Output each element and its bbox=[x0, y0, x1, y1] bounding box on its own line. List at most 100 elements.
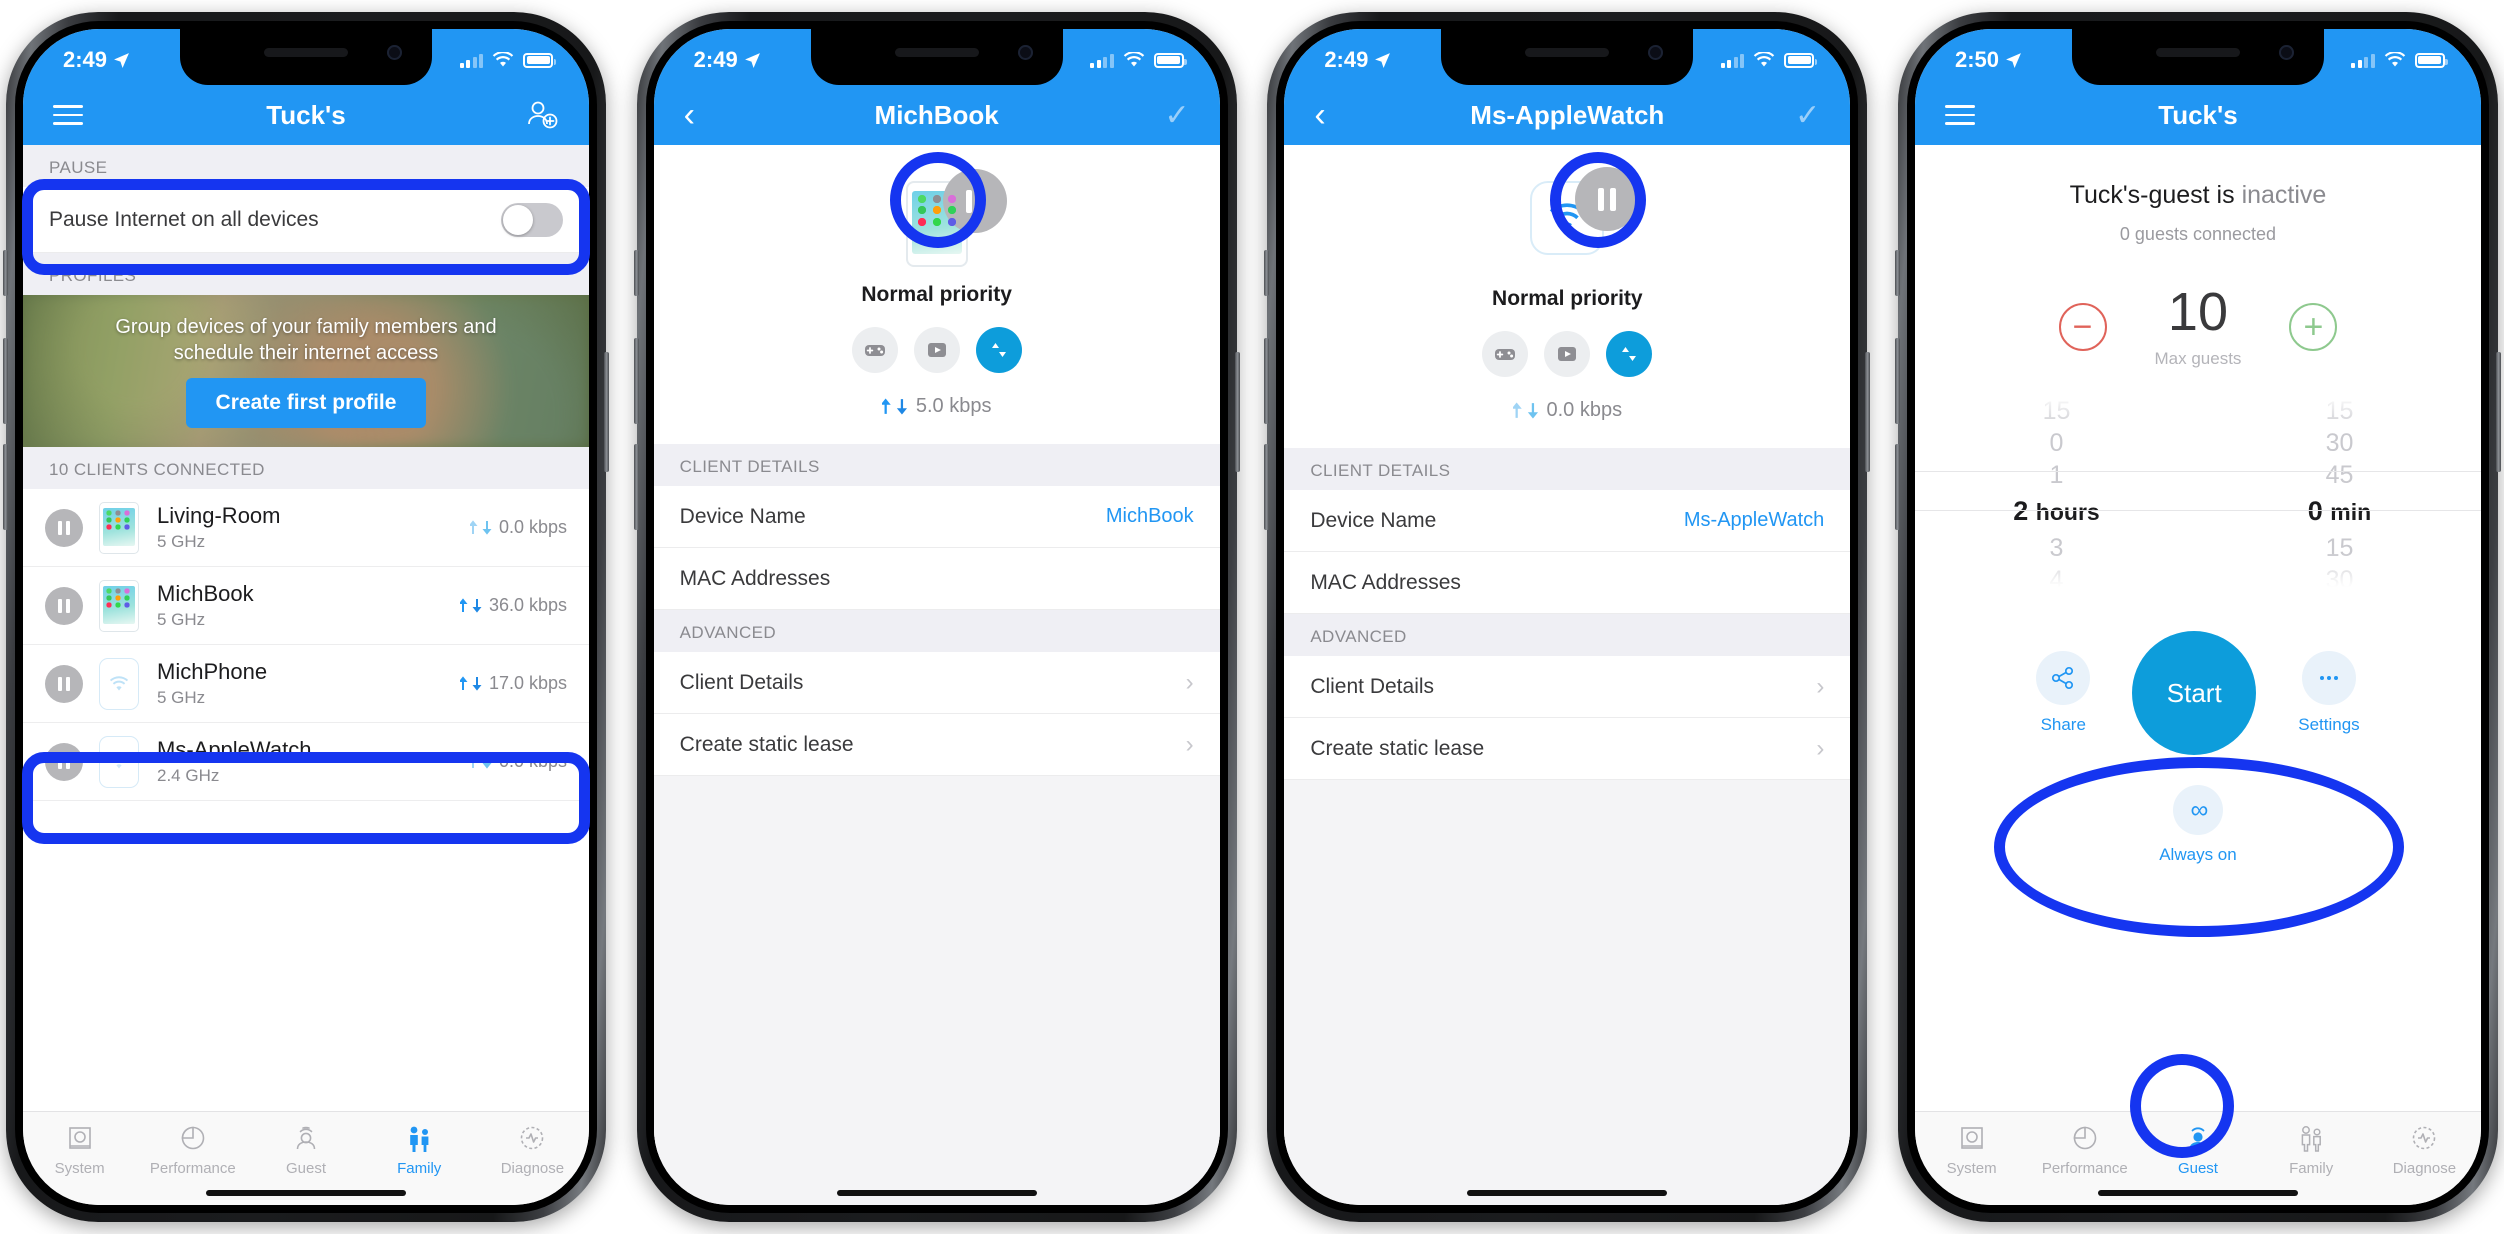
mute-switch[interactable] bbox=[1894, 250, 1900, 296]
always-on-action[interactable]: ∞ Always on bbox=[1915, 785, 2481, 865]
share-action[interactable]: Share bbox=[2036, 651, 2091, 735]
add-user-icon[interactable] bbox=[525, 100, 559, 130]
updown-arrows-icon[interactable] bbox=[1606, 331, 1653, 377]
advanced-header: ADVANCED bbox=[1284, 614, 1851, 656]
mute-switch[interactable] bbox=[1264, 250, 1270, 296]
power-button[interactable] bbox=[604, 352, 609, 472]
tab-diagnose[interactable]: Diagnose bbox=[2368, 1123, 2481, 1177]
client-name: Living-Room bbox=[157, 503, 281, 528]
volume-up-button[interactable] bbox=[633, 338, 639, 424]
device-name-row[interactable]: Device Name MichBook bbox=[653, 486, 1220, 548]
status-time: 2:49 bbox=[693, 47, 738, 72]
home-indicator[interactable] bbox=[1467, 1190, 1668, 1196]
mute-switch[interactable] bbox=[633, 250, 639, 296]
start-button[interactable]: Start bbox=[2132, 631, 2257, 755]
pause-icon[interactable] bbox=[1575, 167, 1640, 231]
picker-item: 30 bbox=[2325, 566, 2354, 587]
page-title: Tuck's bbox=[2158, 99, 2238, 130]
client-speed: 36.0 kbps bbox=[459, 595, 567, 616]
tab-guest[interactable]: Guest bbox=[249, 1123, 362, 1177]
power-button[interactable] bbox=[2495, 352, 2501, 472]
device-name-row[interactable]: Device Name Ms-AppleWatch bbox=[1284, 490, 1851, 552]
home-indicator[interactable] bbox=[2097, 1190, 2298, 1196]
updown-arrows-icon[interactable] bbox=[975, 327, 1022, 373]
tab-family[interactable]: Family bbox=[2255, 1123, 2368, 1177]
checkmark-icon[interactable]: ✓ bbox=[1165, 98, 1190, 133]
bottom-area bbox=[1284, 1157, 1851, 1205]
hamburger-menu-icon[interactable] bbox=[53, 105, 83, 125]
mac-addresses-row[interactable]: MAC Addresses bbox=[653, 548, 1220, 610]
play-video-icon[interactable] bbox=[913, 327, 960, 373]
duration-picker[interactable]: 15 0 1 2 hours 3 4 5 15 30 45 0 mi bbox=[1914, 395, 2481, 587]
location-arrow-icon bbox=[114, 52, 129, 68]
hours-column[interactable]: 15 0 1 2 hours 3 4 5 bbox=[1915, 395, 2198, 587]
picker-item: 45 bbox=[2325, 461, 2354, 489]
pause-icon[interactable] bbox=[45, 586, 83, 625]
gamepad-icon[interactable] bbox=[1482, 331, 1529, 377]
home-indicator[interactable] bbox=[206, 1190, 406, 1196]
volume-down-button[interactable] bbox=[3, 444, 8, 530]
table-row[interactable]: MichBook 5 GHz 36.0 kbps bbox=[23, 567, 589, 645]
front-camera bbox=[1648, 45, 1664, 60]
device-name-label: Device Name bbox=[679, 504, 806, 528]
volume-up-button[interactable] bbox=[1264, 338, 1270, 424]
tab-diagnose[interactable]: Diagnose bbox=[476, 1123, 589, 1177]
tab-performance[interactable]: Performance bbox=[136, 1123, 249, 1177]
settings-action[interactable]: Settings bbox=[2298, 651, 2360, 735]
create-first-profile-button[interactable]: Create first profile bbox=[185, 378, 427, 429]
home-indicator[interactable] bbox=[836, 1190, 1037, 1196]
volume-down-button[interactable] bbox=[1894, 444, 1900, 530]
pause-icon[interactable] bbox=[45, 742, 83, 781]
tab-system[interactable]: System bbox=[23, 1123, 136, 1177]
power-button[interactable] bbox=[1865, 352, 1871, 472]
pause-internet-toggle[interactable] bbox=[501, 202, 563, 237]
pause-icon[interactable] bbox=[45, 508, 83, 547]
mute-switch[interactable] bbox=[3, 250, 8, 296]
hamburger-menu-icon[interactable] bbox=[1944, 105, 1975, 125]
earpiece-speaker bbox=[1525, 48, 1610, 57]
plus-circle-icon[interactable]: + bbox=[2289, 303, 2338, 351]
tab-bar: System Performance Guest Family Diagnose bbox=[1914, 1111, 2481, 1205]
table-row[interactable]: Living-Room 5 GHz 0.0 kbps bbox=[23, 489, 589, 567]
guest-title-state: inactive bbox=[2241, 181, 2327, 209]
client-details-row[interactable]: Client Details › bbox=[653, 652, 1220, 714]
profiles-promo-banner: Group devices of your family members and… bbox=[23, 295, 589, 447]
pause-icon[interactable] bbox=[45, 664, 83, 703]
pause-internet-label: Pause Internet on all devices bbox=[49, 207, 319, 231]
volume-down-button[interactable] bbox=[633, 444, 639, 530]
client-details-label: Client Details bbox=[679, 670, 804, 694]
volume-down-button[interactable] bbox=[1264, 444, 1270, 530]
client-name: MichPhone bbox=[157, 659, 268, 684]
hours-unit: hours bbox=[2035, 499, 2100, 525]
tab-family[interactable]: Family bbox=[363, 1123, 476, 1177]
tab-label: Performance bbox=[2041, 1160, 2128, 1177]
mac-addresses-row[interactable]: MAC Addresses bbox=[1284, 552, 1851, 614]
volume-up-button[interactable] bbox=[3, 338, 8, 424]
chevron-left-icon[interactable]: ‹ bbox=[684, 98, 695, 132]
promo-line-2: schedule their internet access bbox=[173, 342, 439, 364]
play-video-icon[interactable] bbox=[1544, 331, 1591, 377]
minus-circle-icon[interactable]: − bbox=[2058, 303, 2107, 351]
chevron-left-icon[interactable]: ‹ bbox=[1314, 98, 1325, 132]
client-details-row[interactable]: Client Details › bbox=[1284, 656, 1851, 718]
power-button[interactable] bbox=[1234, 352, 1240, 472]
create-static-lease-row[interactable]: Create static lease › bbox=[1284, 718, 1851, 780]
gamepad-icon[interactable] bbox=[851, 327, 898, 373]
pause-internet-row[interactable]: Pause Internet on all devices bbox=[23, 187, 589, 253]
checkmark-icon[interactable]: ✓ bbox=[1795, 98, 1820, 133]
tab-label: Guest bbox=[2177, 1160, 2218, 1177]
tab-guest[interactable]: Guest bbox=[2141, 1123, 2254, 1177]
status-right bbox=[459, 52, 556, 68]
table-row[interactable]: MichPhone 5 GHz 17.0 kbps bbox=[23, 645, 589, 723]
volume-up-button[interactable] bbox=[1894, 338, 1900, 424]
tab-system[interactable]: System bbox=[1915, 1123, 2028, 1177]
share-label: Share bbox=[2040, 715, 2086, 734]
minutes-column[interactable]: 15 30 45 0 min 15 30 45 bbox=[2198, 395, 2481, 587]
device-name-value: MichBook bbox=[1105, 505, 1194, 527]
screen: 2:49 Tuck's PAUSE Pause Internet on all … bbox=[23, 29, 589, 1205]
tab-performance[interactable]: Performance bbox=[2028, 1123, 2141, 1177]
create-static-lease-row[interactable]: Create static lease › bbox=[653, 714, 1220, 776]
table-row[interactable]: Ms-AppleWatch 2.4 GHz 0.0 kbps bbox=[23, 723, 589, 801]
cellular-signal-icon bbox=[2351, 53, 2375, 68]
battery-icon bbox=[1153, 52, 1187, 68]
